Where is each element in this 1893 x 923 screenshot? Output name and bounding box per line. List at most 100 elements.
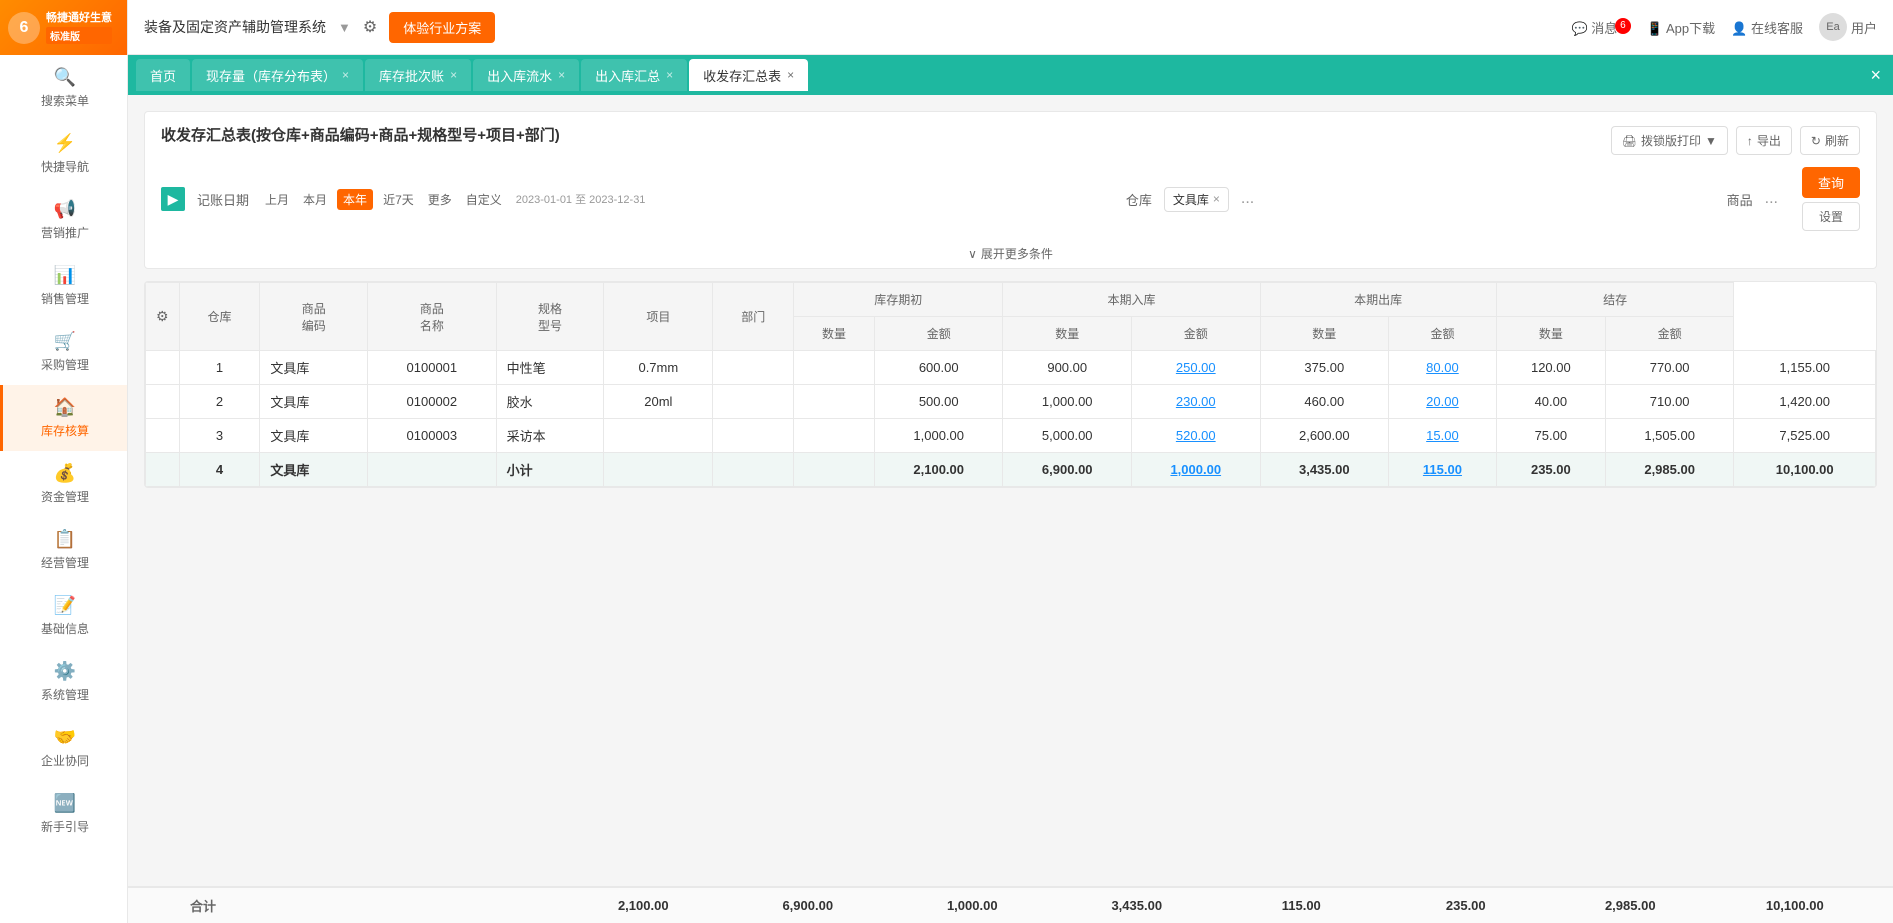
sidebar-item-label: 搜索菜单 [41, 92, 89, 109]
date-btn-custom[interactable]: 自定义 [462, 189, 506, 210]
warehouse-remove-icon[interactable]: × [1213, 192, 1220, 206]
date-btn-last-month[interactable]: 上月 [261, 189, 293, 210]
row-spec [604, 419, 713, 453]
print-button[interactable]: 🖨 拨锁版打印 ▼ [1611, 126, 1728, 155]
sidebar-item-guide[interactable]: 🆕 新手引导 [0, 781, 127, 847]
table-row: 1文具库0100001中性笔0.7mm600.00900.00250.00375… [146, 351, 1876, 385]
row-open-amt: 5,000.00 [1003, 419, 1132, 453]
export-icon: ↑ [1747, 134, 1753, 148]
online-service-btn[interactable]: 👤 在线客服 [1731, 18, 1803, 37]
tab-summary-close[interactable]: × [666, 68, 673, 82]
table-settings-icon[interactable]: ⚙ [156, 308, 169, 324]
tab-inventory-dist-close[interactable]: × [342, 68, 349, 82]
settings-icon[interactable]: ⚙ [363, 17, 377, 37]
row-in-qty[interactable]: 250.00 [1132, 351, 1261, 385]
close-page-icon[interactable]: × [1858, 65, 1893, 86]
table-container: ⚙ 仓库 商品编码 商品名称 规格型号 项目 部门 库存期初 本期入库 本期出库… [144, 281, 1877, 488]
sidebar-item-label: 营销推广 [41, 224, 89, 241]
app-download-btn[interactable]: 📱 App下载 [1647, 18, 1715, 37]
sidebar-item-system[interactable]: ⚙️ 系统管理 [0, 649, 127, 715]
app-download-label: App下载 [1666, 21, 1715, 36]
chevron-down-icon: ∨ [968, 247, 977, 261]
row-project [713, 419, 794, 453]
row-in-qty[interactable]: 230.00 [1132, 385, 1261, 419]
row-out-qty[interactable]: 80.00 [1389, 351, 1497, 385]
goods-more-icon[interactable]: ... [1765, 190, 1778, 208]
sidebar-item-marketing[interactable]: 📢 营销推广 [0, 187, 127, 253]
row-out-qty[interactable]: 15.00 [1389, 419, 1497, 453]
warehouse-tag: 文具库 × [1164, 187, 1229, 212]
sidebar-item-cooperation[interactable]: 🤝 企业协同 [0, 715, 127, 781]
table-row: 3文具库0100003采访本1,000.005,000.00520.002,60… [146, 419, 1876, 453]
col-header-warehouse: 仓库 [179, 283, 260, 351]
row-bal-qty: 2,985.00 [1605, 453, 1734, 487]
message-btn[interactable]: 💬 消息 6 [1571, 18, 1630, 37]
date-btn-more[interactable]: 更多 [424, 189, 456, 210]
tab-summary[interactable]: 出入库汇总 × [581, 59, 687, 91]
row-code [368, 453, 497, 487]
sidebar-item-quick-nav[interactable]: ⚡ 快捷导航 [0, 121, 127, 187]
sidebar-item-label: 基础信息 [41, 620, 89, 637]
row-bal-qty: 710.00 [1605, 385, 1734, 419]
sidebar-item-finance[interactable]: 💰 资金管理 [0, 451, 127, 517]
experience-button[interactable]: 体验行业方案 [389, 12, 495, 43]
tab-batch[interactable]: 库存批次账 × [365, 59, 471, 91]
row-no: 2 [179, 385, 260, 419]
col-header-in: 本期入库 [1003, 283, 1260, 317]
row-no: 3 [179, 419, 260, 453]
top-bar: 装备及固定资产辅助管理系统 ▼ ⚙ 体验行业方案 💬 消息 6 📱 App下载 … [128, 0, 1893, 55]
user-label: 用户 [1851, 18, 1877, 37]
filter-expand-button[interactable]: ▶ [161, 187, 185, 211]
tab-inventory-dist[interactable]: 现存量（库存分布表） × [192, 59, 363, 91]
sidebar-item-inventory[interactable]: 🏠 库存核算 [0, 385, 127, 451]
sidebar-item-operations[interactable]: 📋 经营管理 [0, 517, 127, 583]
tab-home[interactable]: 首页 [136, 59, 190, 91]
tab-flow[interactable]: 出入库流水 × [473, 59, 579, 91]
footer-in-qty: 1,000.00 [890, 898, 1055, 913]
row-out-qty[interactable]: 115.00 [1389, 453, 1497, 487]
date-range: 2023-01-01 至 2023-12-31 [516, 191, 646, 207]
row-dept [794, 419, 875, 453]
data-table: ⚙ 仓库 商品编码 商品名称 规格型号 项目 部门 库存期初 本期入库 本期出库… [145, 282, 1876, 487]
date-btn-this-year[interactable]: 本年 [337, 189, 373, 210]
row-code: 0100002 [368, 385, 497, 419]
quick-nav-icon: ⚡ [54, 133, 76, 154]
warehouse-tag-label: 文具库 [1173, 191, 1209, 208]
row-dept [794, 351, 875, 385]
tab-batch-label: 库存批次账 [379, 66, 444, 85]
date-btn-this-month[interactable]: 本月 [299, 189, 331, 210]
row-in-qty[interactable]: 520.00 [1132, 419, 1261, 453]
row-project [713, 453, 794, 487]
tab-recv-send-close[interactable]: × [787, 68, 794, 82]
row-in-qty[interactable]: 1,000.00 [1132, 453, 1261, 487]
export-button[interactable]: ↑ 导出 [1736, 126, 1792, 155]
sidebar-item-search[interactable]: 🔍 搜索菜单 [0, 55, 127, 121]
finance-icon: 💰 [54, 463, 76, 484]
sidebar-item-label: 系统管理 [41, 686, 89, 703]
col-bal-qty: 数量 [1496, 317, 1605, 351]
col-out-qty: 数量 [1260, 317, 1389, 351]
footer-bar: 合计 2,100.00 6,900.00 1,000.00 3,435.00 1… [128, 886, 1893, 923]
refresh-button[interactable]: ↻ 刷新 [1800, 126, 1860, 155]
col-header-opening: 库存期初 [794, 283, 1003, 317]
settings-small-button[interactable]: 设置 [1802, 202, 1860, 231]
date-btn-7days[interactable]: 近7天 [379, 189, 418, 210]
guide-icon: 🆕 [54, 793, 76, 814]
sidebar-item-sales[interactable]: 📊 销售管理 [0, 253, 127, 319]
row-project [713, 385, 794, 419]
tab-recv-send[interactable]: 收发存汇总表 × [689, 59, 808, 91]
system-dropdown-icon[interactable]: ▼ [338, 20, 351, 35]
col-header-dept: 部门 [713, 283, 794, 351]
tab-flow-close[interactable]: × [558, 68, 565, 82]
row-code: 0100003 [368, 419, 497, 453]
warehouse-more-icon[interactable]: ... [1241, 190, 1254, 208]
tab-batch-close[interactable]: × [450, 68, 457, 82]
query-button[interactable]: 查询 [1802, 167, 1860, 198]
system-icon: ⚙️ [54, 661, 76, 682]
sidebar-item-basic-info[interactable]: 📝 基础信息 [0, 583, 127, 649]
sidebar-item-purchase[interactable]: 🛒 采购管理 [0, 319, 127, 385]
sidebar: 6 畅捷通好生意 标准版 🔍 搜索菜单 ⚡ 快捷导航 📢 营销推广 📊 销售管理… [0, 0, 128, 923]
row-out-qty[interactable]: 20.00 [1389, 385, 1497, 419]
user-area[interactable]: Ea 用户 [1819, 13, 1877, 41]
expand-more-row[interactable]: ∨ 展开更多条件 [161, 239, 1860, 268]
